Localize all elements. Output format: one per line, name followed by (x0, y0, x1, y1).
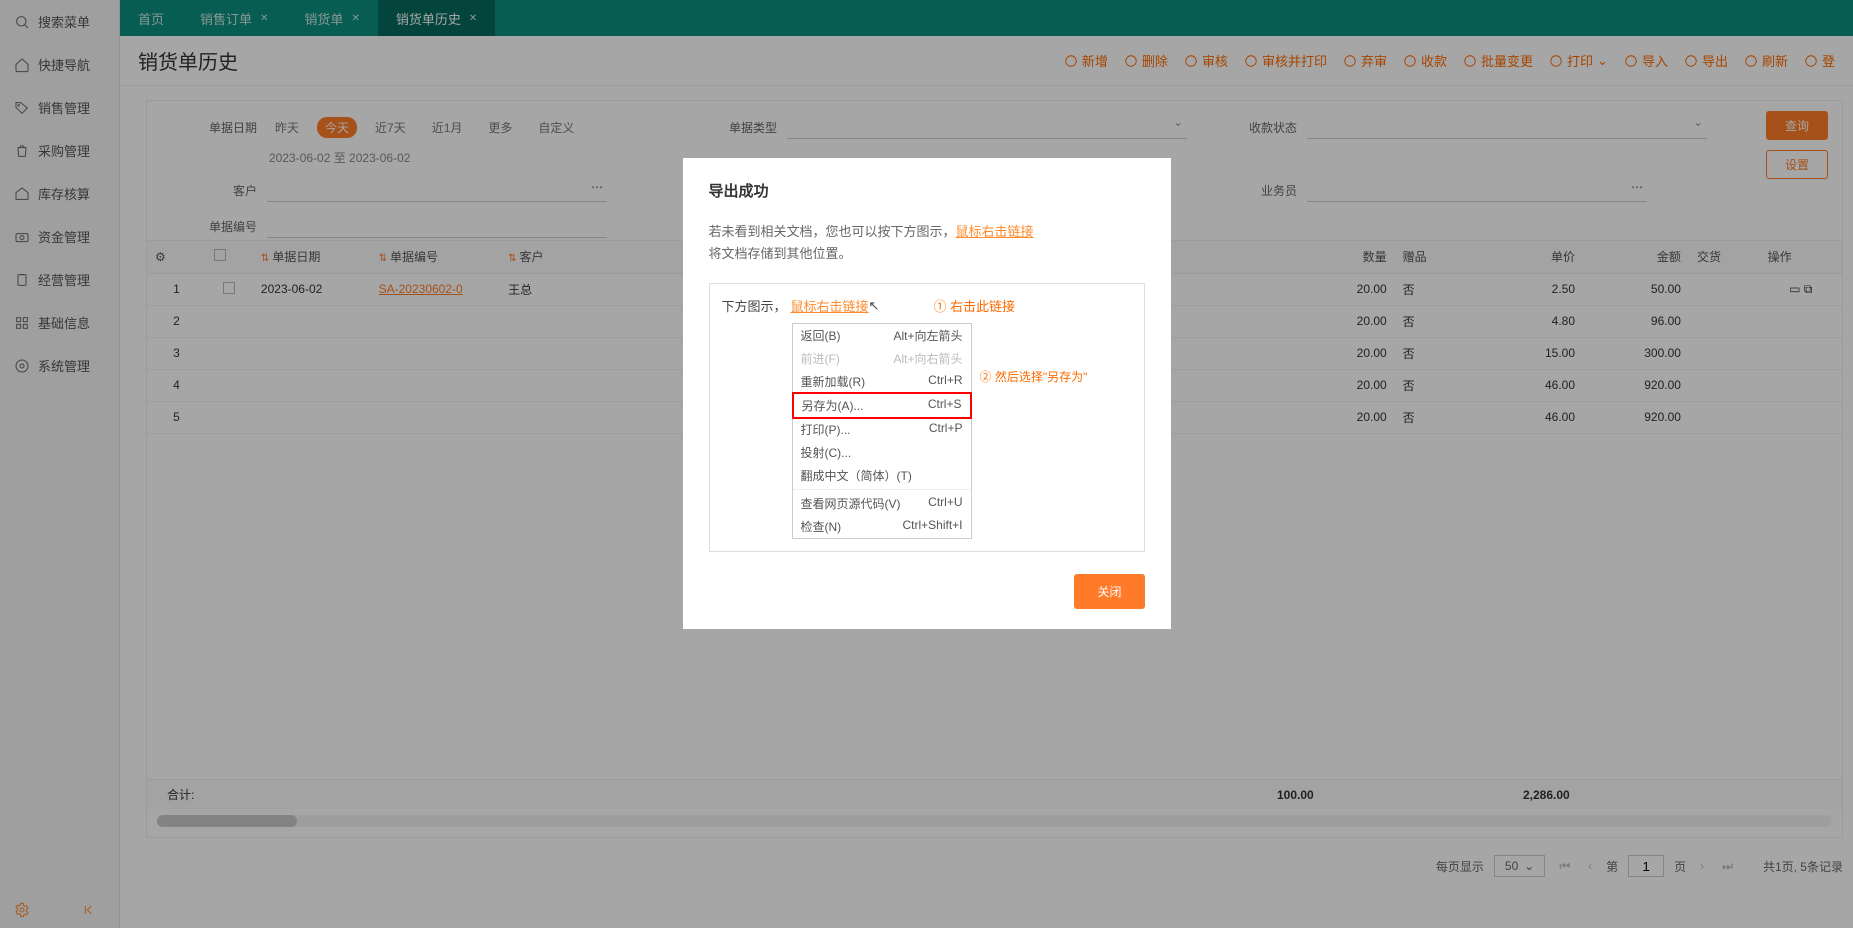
modal-overlay: 导出成功 若未看到相关文档，您也可以按下方图示，鼠标右击链接 将文档存储到其他位… (0, 0, 1853, 928)
modal-illustration: 下方图示，鼠标右击链接 ↖ ① 右击此链接 返回(B) Alt+向左箭头 前进(… (709, 283, 1145, 552)
ctx-shortcut: Ctrl+R (928, 373, 962, 390)
ctx-item-1: 前进(F) Alt+向右箭头 (793, 347, 971, 370)
modal-text-2: 将文档存储到其他位置。 (709, 243, 1145, 265)
ctx-item-3: 另存为(A)... Ctrl+S (792, 392, 972, 419)
ctx-label: 重新加载(R) (801, 373, 866, 390)
ctx-label: 投射(C)... (801, 444, 852, 461)
ctx-shortcut: Alt+向左箭头 (893, 327, 962, 344)
illustration-link: 鼠标右击链接 (791, 296, 869, 315)
modal-title: 导出成功 (709, 180, 1145, 201)
modal-text-1: 若未看到相关文档，您也可以按下方图示， (709, 224, 956, 239)
ctx-label: 检查(N) (801, 518, 842, 535)
annotation-1: ① 右击此链接 (933, 296, 1015, 315)
ctx-item-0: 返回(B) Alt+向左箭头 (793, 324, 971, 347)
illustration-prefix: 下方图示， (722, 296, 787, 315)
export-success-modal: 导出成功 若未看到相关文档，您也可以按下方图示，鼠标右击链接 将文档存储到其他位… (683, 158, 1171, 629)
ctx-item-4: 打印(P)... Ctrl+P (793, 418, 971, 441)
ctx-item-6: 翻成中文（简体）(T) (793, 464, 971, 487)
ctx-item-5: 投射(C)... (793, 441, 971, 464)
ctx-item-8: 检查(N) Ctrl+Shift+I (793, 515, 971, 538)
ctx-shortcut: Ctrl+U (928, 495, 962, 512)
ctx-label: 前进(F) (801, 350, 840, 367)
ctx-shortcut: Ctrl+P (929, 421, 963, 438)
ctx-label: 返回(B) (801, 327, 841, 344)
ctx-shortcut: Ctrl+S (928, 397, 962, 414)
context-menu-illustration: 返回(B) Alt+向左箭头 前进(F) Alt+向右箭头 重新加载(R) Ct… (792, 323, 972, 539)
close-button[interactable]: 关闭 (1074, 574, 1144, 609)
ctx-shortcut: Alt+向右箭头 (893, 350, 962, 367)
ctx-label: 另存为(A)... (802, 397, 864, 414)
ctx-item-2: 重新加载(R) Ctrl+R (793, 370, 971, 393)
ctx-label: 打印(P)... (801, 421, 851, 438)
ctx-item-7: 查看网页源代码(V) Ctrl+U (793, 492, 971, 515)
modal-link-1[interactable]: 鼠标右击链接 (956, 224, 1034, 239)
cursor-icon: ↖ (869, 298, 880, 314)
annotation-2: ② 然后选择"另存为" (980, 368, 1088, 385)
ctx-label: 翻成中文（简体）(T) (801, 467, 912, 484)
ctx-label: 查看网页源代码(V) (801, 495, 901, 512)
ctx-shortcut: Ctrl+Shift+I (902, 518, 962, 535)
